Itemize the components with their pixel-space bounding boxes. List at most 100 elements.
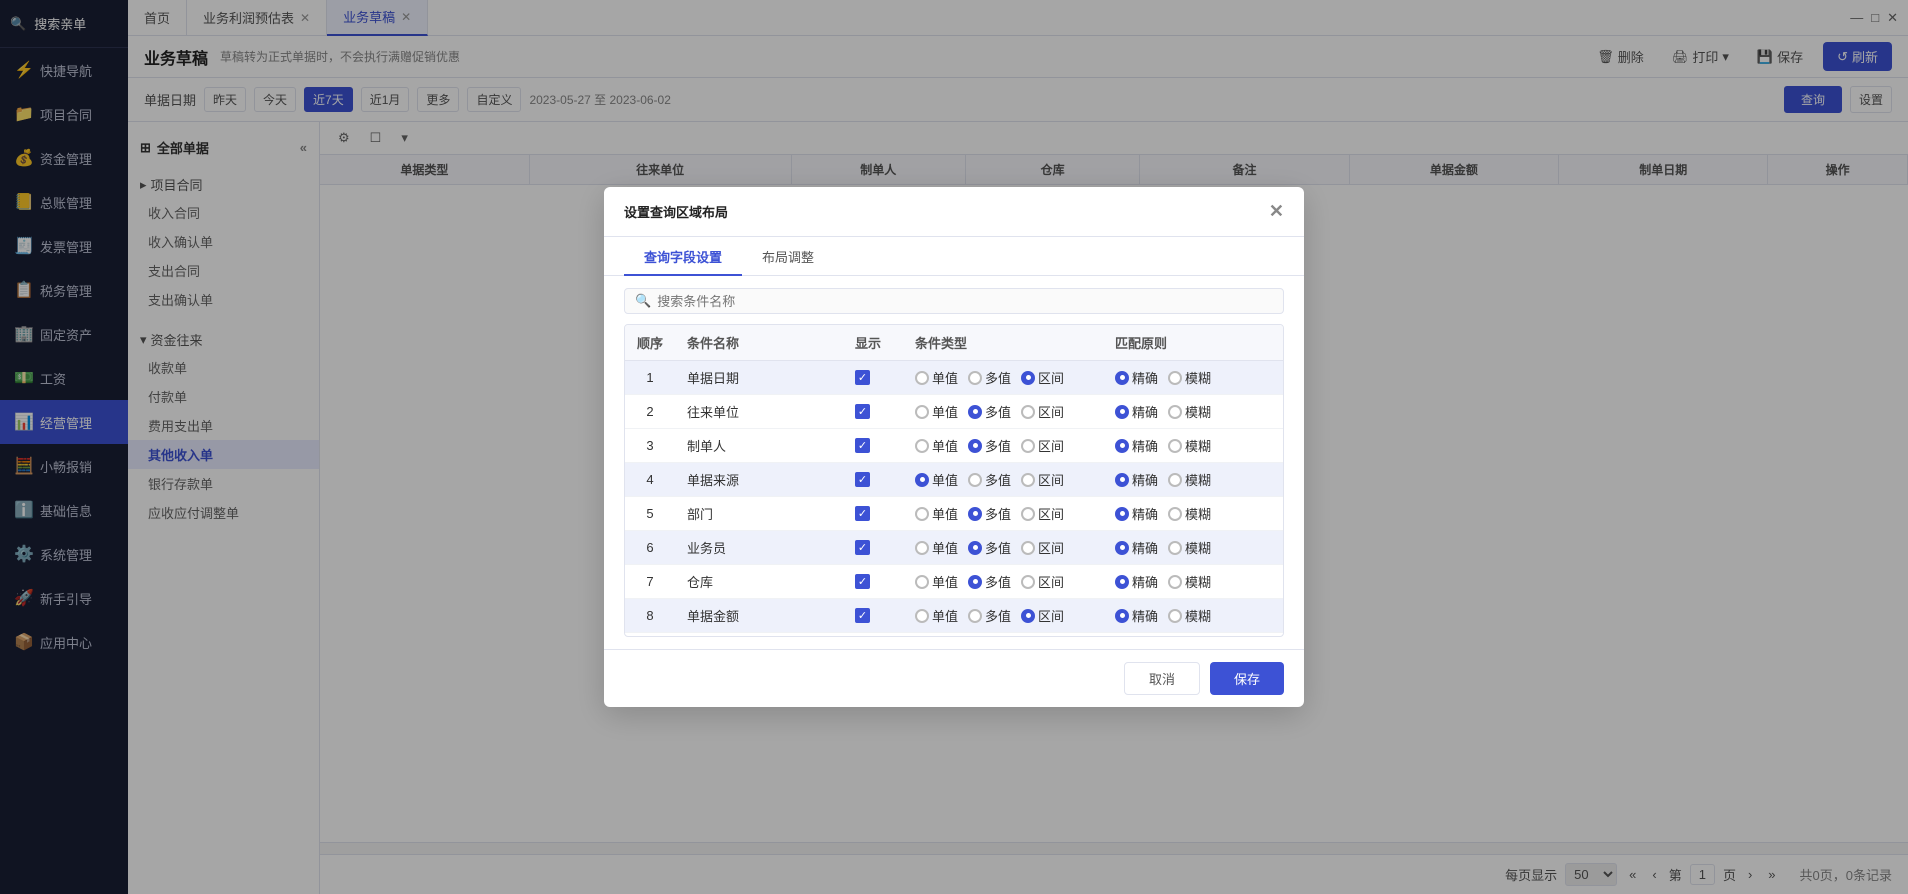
match-radio-模糊[interactable]: 模糊 — [1168, 402, 1211, 421]
type-radio-单值[interactable]: 单值 — [915, 538, 958, 557]
radio-circle — [1021, 507, 1035, 521]
match-radio-精确[interactable]: 精确 — [1115, 504, 1158, 523]
modal-search-icon: 🔍 — [635, 293, 651, 309]
match-radio-精确[interactable]: 精确 — [1115, 402, 1158, 421]
radio-circle — [1168, 439, 1182, 453]
match-radio-模糊[interactable]: 模糊 — [1168, 572, 1211, 591]
display-checkbox[interactable]: ✓ — [855, 506, 870, 521]
th-type: 条件类型 — [903, 325, 1103, 361]
table-row: 7仓库✓单值多值区间精确模糊 — [625, 565, 1283, 599]
type-radio-单值[interactable]: 单值 — [915, 504, 958, 523]
type-radio-多值[interactable]: 多值 — [968, 572, 1011, 591]
cell-order: 7 — [625, 565, 675, 599]
cell-display[interactable]: ✓ — [843, 633, 903, 638]
type-radio-单值[interactable]: 单值 — [915, 470, 958, 489]
match-radio-精确[interactable]: 精确 — [1115, 572, 1158, 591]
match-radio-精确[interactable]: 精确 — [1115, 470, 1158, 489]
th-display: 显示 — [843, 325, 903, 361]
modal-cancel-button[interactable]: 取消 — [1124, 662, 1200, 695]
radio-circle — [1168, 507, 1182, 521]
match-radio-模糊[interactable]: 模糊 — [1168, 504, 1211, 523]
type-radio-多值[interactable]: 多值 — [968, 606, 1011, 625]
type-radio-区间[interactable]: 区间 — [1021, 538, 1064, 557]
type-radio-单值[interactable]: 单值 — [915, 368, 958, 387]
cell-display[interactable]: ✓ — [843, 531, 903, 565]
type-radio-区间[interactable]: 区间 — [1021, 436, 1064, 455]
match-radio-模糊[interactable]: 模糊 — [1168, 470, 1211, 489]
type-radio-多值[interactable]: 多值 — [968, 470, 1011, 489]
modal-tab-layout[interactable]: 布局调整 — [742, 237, 834, 276]
cell-display[interactable]: ✓ — [843, 565, 903, 599]
radio-circle — [915, 609, 929, 623]
type-radio-区间[interactable]: 区间 — [1021, 572, 1064, 591]
modal-search-bar: 🔍 — [624, 288, 1284, 314]
type-radio-单值[interactable]: 单值 — [915, 436, 958, 455]
display-checkbox[interactable]: ✓ — [855, 404, 870, 419]
cell-type: 单值多值区间 — [903, 429, 1103, 463]
radio-circle — [1168, 371, 1182, 385]
type-radio-单值[interactable]: 单值 — [915, 606, 958, 625]
modal-tab-fields[interactable]: 查询字段设置 — [624, 237, 742, 276]
radio-circle — [915, 541, 929, 555]
type-radio-区间[interactable]: 区间 — [1021, 606, 1064, 625]
match-radio-模糊[interactable]: 模糊 — [1168, 606, 1211, 625]
cell-display[interactable]: ✓ — [843, 599, 903, 633]
modal-footer: 取消 保存 — [604, 649, 1304, 707]
radio-circle — [968, 609, 982, 623]
modal-save-button[interactable]: 保存 — [1210, 662, 1284, 695]
type-radio-单值[interactable]: 单值 — [915, 402, 958, 421]
cell-match: 精确模糊 — [1103, 633, 1283, 638]
cell-display[interactable]: ✓ — [843, 463, 903, 497]
match-radio-精确[interactable]: 精确 — [1115, 368, 1158, 387]
cell-type: 单值多值区间 — [903, 565, 1103, 599]
display-checkbox[interactable]: ✓ — [855, 540, 870, 555]
cell-order: 5 — [625, 497, 675, 531]
radio-circle — [968, 405, 982, 419]
match-radio-精确[interactable]: 精确 — [1115, 606, 1158, 625]
modal-search-input[interactable] — [657, 294, 1273, 309]
type-radio-多值[interactable]: 多值 — [968, 402, 1011, 421]
cell-order: 9 — [625, 633, 675, 638]
display-checkbox[interactable]: ✓ — [855, 438, 870, 453]
radio-circle — [1115, 371, 1129, 385]
radio-circle — [1021, 439, 1035, 453]
cell-display[interactable]: ✓ — [843, 429, 903, 463]
radio-circle — [968, 473, 982, 487]
match-radio-模糊[interactable]: 模糊 — [1168, 538, 1211, 557]
type-radio-多值[interactable]: 多值 — [968, 368, 1011, 387]
display-checkbox[interactable]: ✓ — [855, 608, 870, 623]
type-radio-多值[interactable]: 多值 — [968, 538, 1011, 557]
cell-order: 4 — [625, 463, 675, 497]
cell-display[interactable]: ✓ — [843, 497, 903, 531]
display-checkbox[interactable]: ✓ — [855, 574, 870, 589]
th-match: 匹配原则 — [1103, 325, 1283, 361]
type-radio-区间[interactable]: 区间 — [1021, 402, 1064, 421]
cell-name: 单据日期 — [675, 361, 843, 395]
radio-circle — [1021, 371, 1035, 385]
table-row: 1单据日期 ✓ 单值多值区间 精确模糊 — [625, 361, 1283, 395]
radio-circle — [915, 405, 929, 419]
cell-order: 1 — [625, 361, 675, 395]
match-radio-精确[interactable]: 精确 — [1115, 436, 1158, 455]
type-radio-区间[interactable]: 区间 — [1021, 470, 1064, 489]
radio-circle — [915, 371, 929, 385]
match-radio-精确[interactable]: 精确 — [1115, 538, 1158, 557]
type-radio-多值[interactable]: 多值 — [968, 436, 1011, 455]
radio-circle — [1021, 473, 1035, 487]
type-radio-多值[interactable]: 多值 — [968, 504, 1011, 523]
modal-close-button[interactable]: ✕ — [1269, 201, 1284, 222]
type-radio-区间[interactable]: 区间 — [1021, 504, 1064, 523]
modal-title: 设置查询区域布局 — [624, 202, 728, 221]
match-radio-模糊[interactable]: 模糊 — [1168, 436, 1211, 455]
display-checkbox[interactable]: ✓ — [855, 370, 870, 385]
display-checkbox[interactable]: ✓ — [855, 472, 870, 487]
cell-display[interactable]: ✓ — [843, 395, 903, 429]
cell-display[interactable]: ✓ — [843, 361, 903, 395]
match-radio-模糊[interactable]: 模糊 — [1168, 368, 1211, 387]
cell-match: 精确模糊 — [1103, 599, 1283, 633]
cell-name: 往来单位 — [675, 395, 843, 429]
cell-name: 仓库 — [675, 565, 843, 599]
table-row: 2往来单位✓单值多值区间精确模糊 — [625, 395, 1283, 429]
type-radio-区间[interactable]: 区间 — [1021, 368, 1064, 387]
type-radio-单值[interactable]: 单值 — [915, 572, 958, 591]
